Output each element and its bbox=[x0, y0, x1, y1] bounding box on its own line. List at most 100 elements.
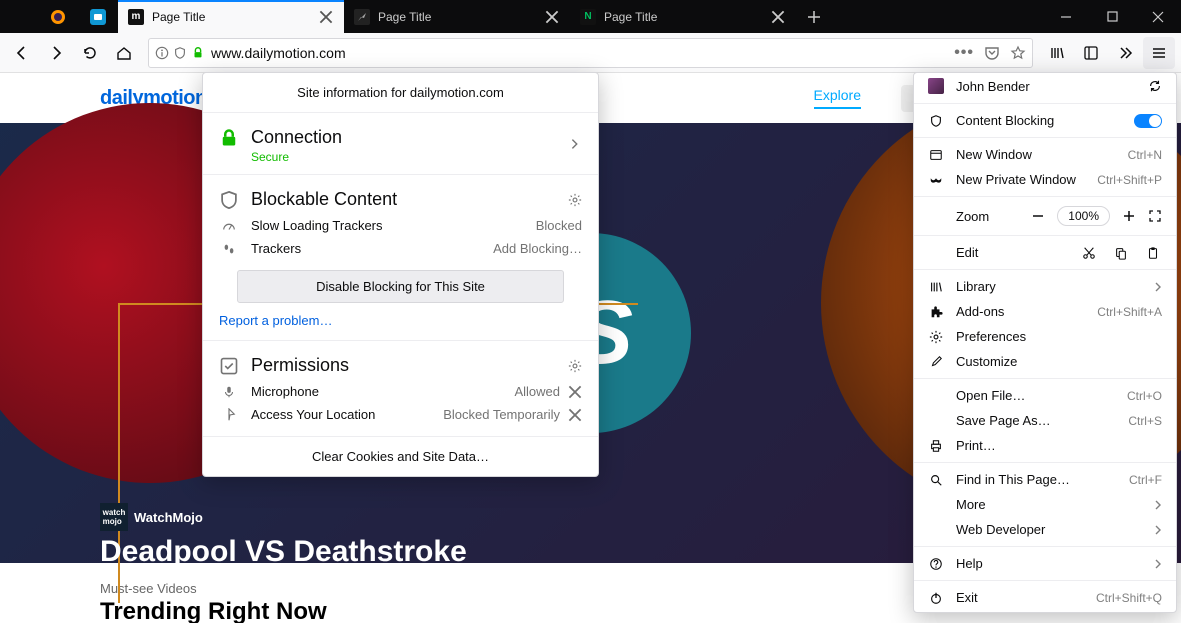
library-button[interactable] bbox=[1041, 37, 1073, 69]
chevron-double-right-icon bbox=[1117, 45, 1133, 61]
site-info-panel: Site information for dailymotion.com Con… bbox=[202, 72, 599, 477]
firefox-icon bbox=[50, 9, 66, 25]
puzzle-icon bbox=[929, 305, 943, 319]
chevron-right-icon bbox=[568, 137, 582, 151]
tab-close-button[interactable] bbox=[318, 9, 334, 25]
lock-icon bbox=[219, 128, 239, 148]
firefox-home-button[interactable] bbox=[38, 0, 78, 33]
arrow-left-icon bbox=[14, 45, 30, 61]
menu-addons[interactable]: Add-ons Ctrl+Shift+A bbox=[914, 299, 1176, 324]
remove-permission-button[interactable] bbox=[568, 385, 582, 399]
microphone-icon bbox=[222, 385, 236, 399]
mic-status: Allowed bbox=[514, 384, 560, 399]
zoom-in-button[interactable] bbox=[1122, 209, 1136, 223]
location-icon bbox=[222, 408, 236, 422]
scissors-icon bbox=[1082, 246, 1096, 260]
menu-more[interactable]: More bbox=[914, 492, 1176, 517]
pinned-tab[interactable] bbox=[78, 0, 118, 33]
window-maximize-button[interactable] bbox=[1089, 0, 1135, 33]
arrow-right-icon bbox=[48, 45, 64, 61]
window-drag-gutter bbox=[0, 0, 38, 33]
menu-customize[interactable]: Customize bbox=[914, 349, 1176, 374]
copy-button[interactable] bbox=[1114, 246, 1128, 260]
location-status: Blocked Temporarily bbox=[443, 407, 560, 422]
menu-zoom: Zoom 100% bbox=[914, 201, 1176, 231]
gear-icon bbox=[568, 193, 582, 207]
remove-permission-button[interactable] bbox=[568, 408, 582, 422]
app-menu: John Bender Content Blocking New Window … bbox=[913, 72, 1177, 613]
fullscreen-button[interactable] bbox=[1148, 209, 1162, 223]
shield-icon bbox=[173, 46, 187, 60]
tab-3[interactable]: N Page Title bbox=[570, 0, 796, 33]
window-close-button[interactable] bbox=[1135, 0, 1181, 33]
zoom-out-button[interactable] bbox=[1031, 209, 1045, 223]
menu-web-developer[interactable]: Web Developer bbox=[914, 517, 1176, 542]
tab-title: Page Title bbox=[378, 10, 536, 24]
window-icon bbox=[929, 148, 943, 162]
tab-favicon bbox=[354, 9, 370, 25]
zoom-level[interactable]: 100% bbox=[1057, 206, 1110, 226]
menu-new-window[interactable]: New Window Ctrl+N bbox=[914, 142, 1176, 167]
gear-icon bbox=[568, 359, 582, 373]
add-blocking-link[interactable]: Add Blocking… bbox=[493, 241, 582, 256]
blockable-settings-button[interactable] bbox=[568, 193, 582, 207]
forward-button[interactable] bbox=[40, 37, 72, 69]
mask-icon bbox=[929, 173, 943, 187]
clear-cookies-button[interactable]: Clear Cookies and Site Data… bbox=[203, 437, 598, 476]
feather-icon bbox=[357, 12, 367, 22]
disable-blocking-button[interactable]: Disable Blocking for This Site bbox=[237, 270, 564, 303]
menu-account[interactable]: John Bender bbox=[914, 73, 1176, 99]
maximize-icon bbox=[1107, 11, 1118, 22]
tab-1[interactable]: m Page Title bbox=[118, 0, 344, 33]
permissions-settings-button[interactable] bbox=[568, 359, 582, 373]
report-problem-link[interactable]: Report a problem… bbox=[219, 309, 582, 330]
tab-favicon: N bbox=[580, 9, 596, 25]
bookmark-star-icon[interactable] bbox=[1010, 45, 1026, 61]
overflow-button[interactable] bbox=[1109, 37, 1141, 69]
content-blocking-toggle[interactable] bbox=[1134, 114, 1162, 128]
menu-find[interactable]: Find in This Page… Ctrl+F bbox=[914, 467, 1176, 492]
menu-open-file[interactable]: Open File… Ctrl+O bbox=[914, 383, 1176, 408]
hamburger-menu-button[interactable] bbox=[1143, 37, 1175, 69]
connection-section[interactable]: Connection Secure bbox=[203, 113, 598, 175]
new-tab-button[interactable] bbox=[796, 0, 832, 33]
hero-title: Deadpool VS Deathstroke bbox=[100, 535, 467, 569]
menu-help[interactable]: Help bbox=[914, 551, 1176, 576]
tab-favicon: m bbox=[128, 9, 144, 25]
reload-button[interactable] bbox=[74, 37, 106, 69]
url-bar[interactable]: www.dailymotion.com ••• bbox=[148, 38, 1033, 68]
menu-new-private-window[interactable]: New Private Window Ctrl+Shift+P bbox=[914, 167, 1176, 192]
identity-box[interactable] bbox=[155, 46, 205, 60]
permission-microphone-row: Microphone Allowed bbox=[219, 380, 582, 403]
pocket-icon[interactable] bbox=[984, 45, 1000, 61]
close-icon bbox=[1152, 11, 1164, 23]
tab-2[interactable]: Page Title bbox=[344, 0, 570, 33]
menu-save-as[interactable]: Save Page As… Ctrl+S bbox=[914, 408, 1176, 433]
back-button[interactable] bbox=[6, 37, 38, 69]
home-icon bbox=[116, 45, 132, 61]
blockable-section: Blockable Content Slow Loading Trackers … bbox=[203, 175, 598, 341]
page-actions-button[interactable]: ••• bbox=[954, 44, 974, 62]
plus-icon bbox=[1122, 209, 1136, 223]
permissions-section: Permissions Microphone Allowed Access Yo… bbox=[203, 341, 598, 437]
window-minimize-button[interactable] bbox=[1043, 0, 1089, 33]
shield-icon bbox=[219, 190, 239, 210]
tab-close-button[interactable] bbox=[770, 9, 786, 25]
nav-explore[interactable]: Explore bbox=[814, 87, 861, 109]
channel-name[interactable]: watchmojo WatchMojo bbox=[100, 503, 467, 531]
sync-icon bbox=[1148, 79, 1162, 93]
menu-print[interactable]: Print… bbox=[914, 433, 1176, 458]
slow-trackers-row: Slow Loading Trackers Blocked bbox=[219, 214, 582, 237]
window-controls bbox=[1043, 0, 1181, 33]
tab-close-button[interactable] bbox=[544, 9, 560, 25]
menu-exit[interactable]: Exit Ctrl+Shift+Q bbox=[914, 585, 1176, 610]
home-button[interactable] bbox=[108, 37, 140, 69]
info-icon bbox=[155, 46, 169, 60]
menu-preferences[interactable]: Preferences bbox=[914, 324, 1176, 349]
cut-button[interactable] bbox=[1082, 246, 1096, 260]
sidebar-button[interactable] bbox=[1075, 37, 1107, 69]
paste-button[interactable] bbox=[1146, 246, 1160, 260]
menu-content-blocking[interactable]: Content Blocking bbox=[914, 108, 1176, 133]
sync-button[interactable] bbox=[1148, 79, 1162, 93]
menu-library[interactable]: Library bbox=[914, 274, 1176, 299]
